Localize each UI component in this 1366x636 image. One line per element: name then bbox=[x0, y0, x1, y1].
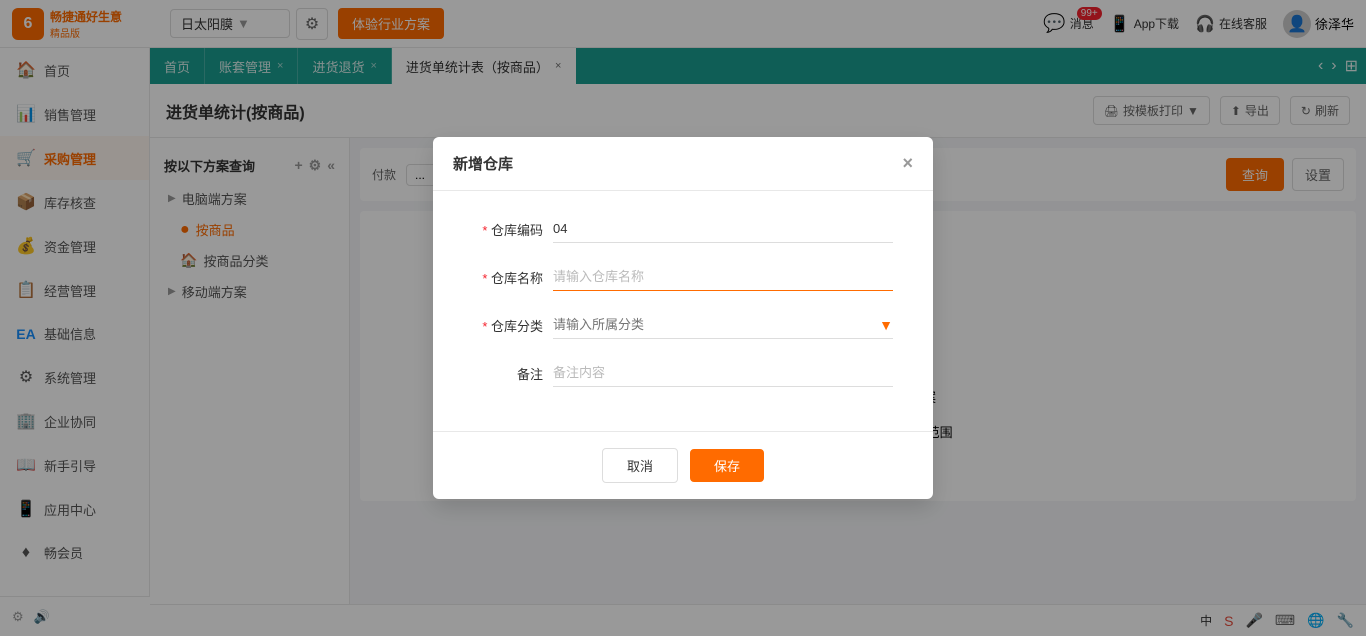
form-row-remark: 备注 bbox=[473, 359, 893, 387]
form-row-name: 仓库名称 bbox=[473, 263, 893, 291]
warehouse-name-label: 仓库名称 bbox=[473, 268, 553, 287]
remark-input[interactable] bbox=[553, 359, 893, 387]
dialog-header: 新增仓库 × bbox=[433, 137, 933, 191]
warehouse-name-input[interactable] bbox=[553, 263, 893, 291]
save-button[interactable]: 保存 bbox=[690, 449, 764, 482]
warehouse-category-select[interactable]: ▼ bbox=[553, 311, 893, 339]
warehouse-category-label: 仓库分类 bbox=[473, 316, 553, 335]
dialog-title: 新增仓库 bbox=[453, 153, 513, 174]
dialog-footer: 取消 保存 bbox=[433, 431, 933, 499]
new-warehouse-dialog: 新增仓库 × 仓库编码 仓库名称 仓库分类 ▼ bbox=[433, 137, 933, 499]
category-input[interactable] bbox=[553, 311, 879, 338]
cancel-button[interactable]: 取消 bbox=[602, 448, 678, 483]
select-arrow-icon: ▼ bbox=[879, 317, 893, 333]
dialog-close-button[interactable]: × bbox=[902, 153, 913, 174]
warehouse-code-label: 仓库编码 bbox=[473, 220, 553, 239]
form-row-category: 仓库分类 ▼ bbox=[473, 311, 893, 339]
dialog-body: 仓库编码 仓库名称 仓库分类 ▼ 备注 bbox=[433, 191, 933, 431]
dialog-overlay[interactable]: 新增仓库 × 仓库编码 仓库名称 仓库分类 ▼ bbox=[0, 0, 1366, 636]
warehouse-code-input[interactable] bbox=[553, 215, 893, 243]
form-row-code: 仓库编码 bbox=[473, 215, 893, 243]
remark-label: 备注 bbox=[473, 364, 553, 383]
